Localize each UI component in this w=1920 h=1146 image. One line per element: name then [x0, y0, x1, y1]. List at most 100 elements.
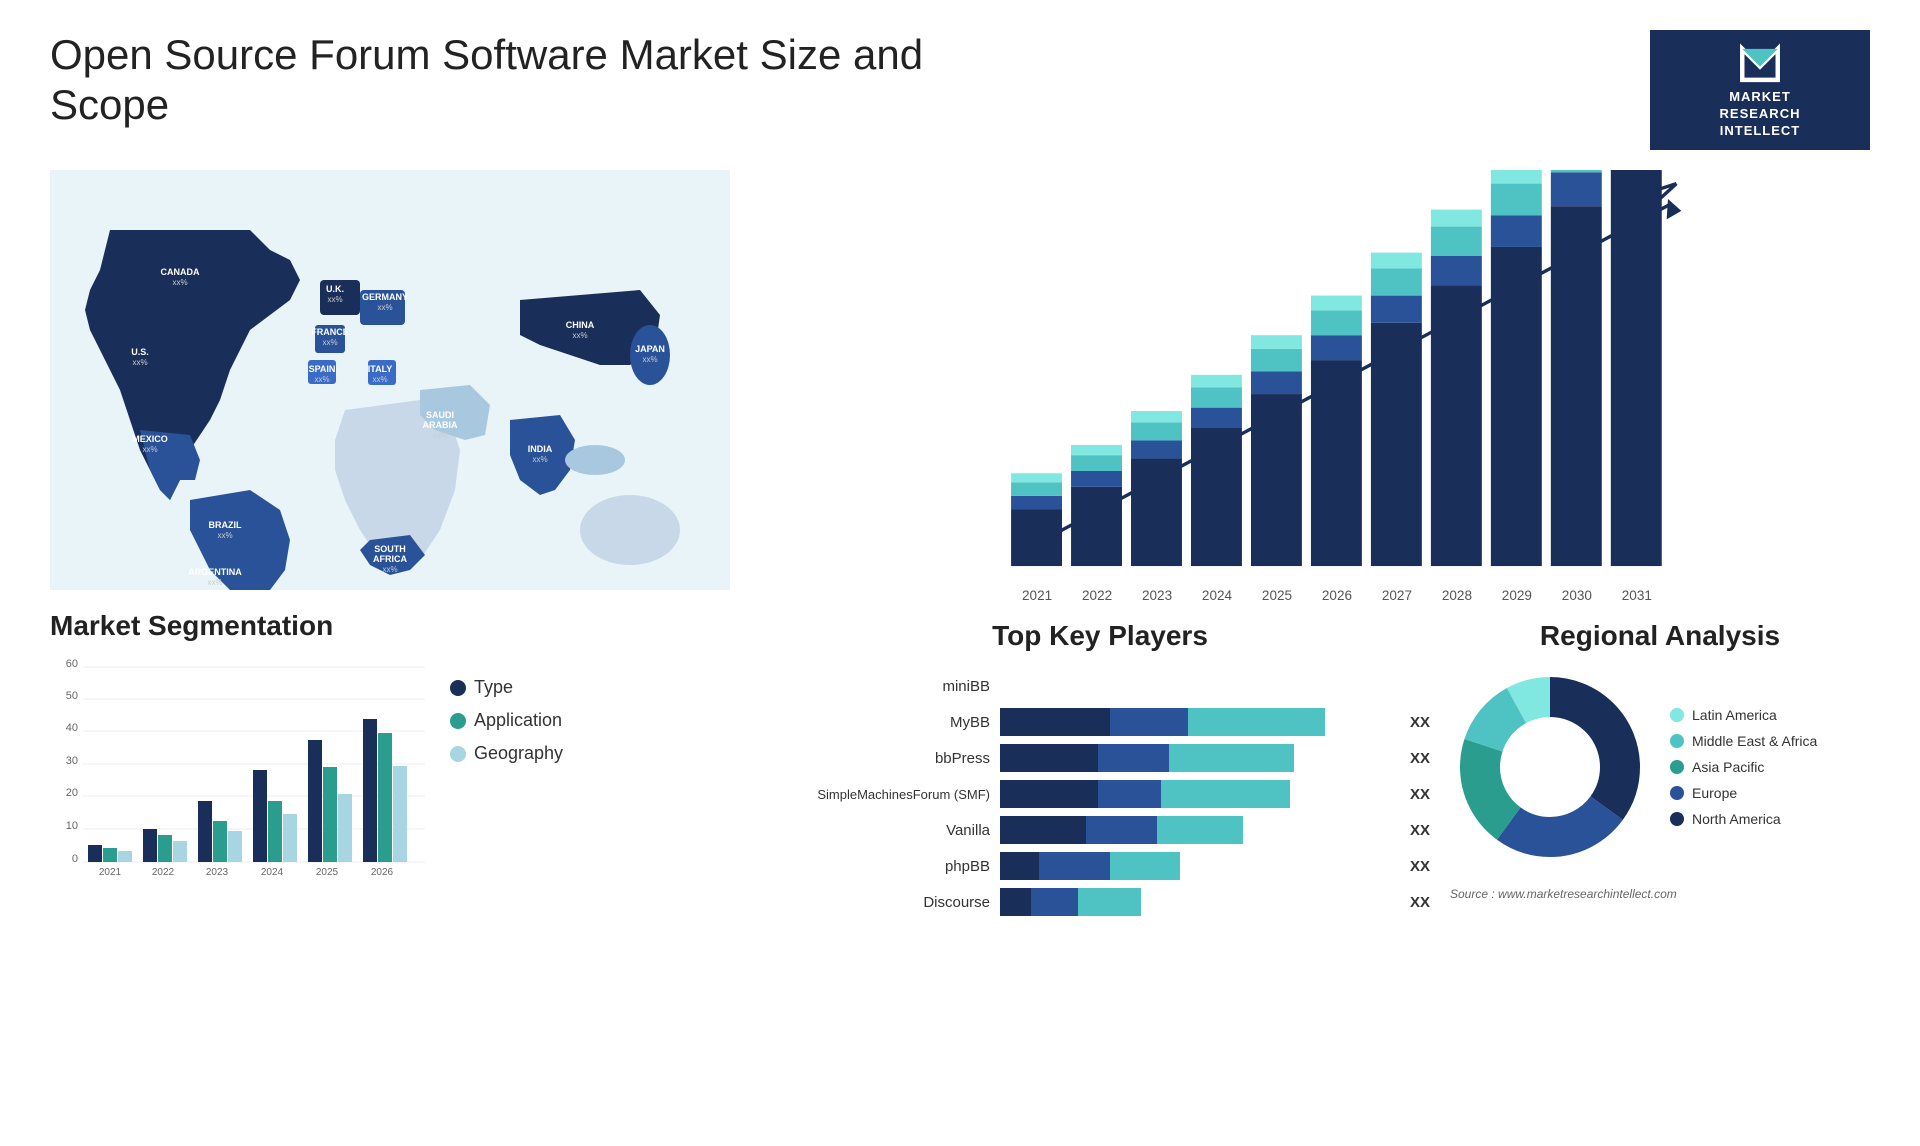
svg-text:xx%: xx%: [322, 338, 337, 347]
player-bar-seg3: [1110, 852, 1181, 880]
svg-text:U.S.: U.S.: [131, 347, 149, 357]
regional-dot-mea: [1670, 734, 1684, 748]
key-players-title: Top Key Players: [770, 620, 1430, 652]
svg-text:xx%: xx%: [532, 455, 547, 464]
growth-chart-svg: XX XX XX XX XX XX XX XX XX XX XX: [770, 170, 1870, 600]
player-bar-mybb: [1000, 708, 1392, 736]
regional-donut-chart: [1450, 667, 1650, 867]
legend-label-geography: Geography: [474, 743, 563, 764]
regional-title: Regional Analysis: [1450, 620, 1870, 652]
player-name-mybb: MyBB: [770, 714, 990, 731]
svg-text:ARABIA: ARABIA: [423, 420, 458, 430]
player-xx-discourse: XX: [1410, 894, 1430, 911]
svg-text:xx%: xx%: [207, 578, 222, 587]
svg-text:2026: 2026: [1322, 588, 1352, 600]
svg-text:2023: 2023: [1142, 588, 1172, 600]
player-bar-seg3: [1161, 780, 1290, 808]
svg-text:xx%: xx%: [314, 375, 329, 384]
player-bar-seg2: [1098, 744, 1169, 772]
svg-text:U.K.: U.K.: [326, 284, 344, 294]
segmentation-section: Market Segmentation 0 10 20 30 40 50 60: [50, 610, 750, 1096]
svg-text:JAPAN: JAPAN: [635, 344, 665, 354]
regional-legend-europe: Europe: [1670, 785, 1817, 801]
svg-text:xx%: xx%: [217, 531, 232, 540]
svg-text:2030: 2030: [1562, 588, 1593, 600]
player-bar-seg2: [1110, 708, 1188, 736]
player-row-smf: SimpleMachinesForum (SMF) XX: [770, 780, 1430, 808]
player-row-discourse: Discourse XX: [770, 888, 1430, 916]
svg-text:2022: 2022: [152, 867, 175, 877]
svg-text:SPAIN: SPAIN: [309, 364, 336, 374]
player-xx-phpbb: XX: [1410, 858, 1430, 875]
regional-label-latin: Latin America: [1692, 707, 1777, 723]
segmentation-chart: 0 10 20 30 40 50 60: [50, 657, 430, 877]
regional-label-mea: Middle East & Africa: [1692, 733, 1817, 749]
svg-text:2027: 2027: [1382, 588, 1412, 600]
player-xx-bbpress: XX: [1410, 750, 1430, 767]
regional-legend-latin: Latin America: [1670, 707, 1817, 723]
svg-text:2023: 2023: [206, 867, 229, 877]
svg-text:2029: 2029: [1502, 588, 1532, 600]
svg-text:SAUDI: SAUDI: [426, 410, 454, 420]
player-bar-bbpress: [1000, 744, 1392, 772]
regional-label-northam: North America: [1692, 811, 1781, 827]
regional-section: Regional Analysis: [1450, 610, 1870, 1096]
map-svg: CANADA xx% U.S. xx% MEXICO xx% BRAZIL xx…: [50, 170, 730, 590]
key-players-section: Top Key Players miniBB MyBB: [770, 610, 1430, 1096]
page-container: Open Source Forum Software Market Size a…: [0, 0, 1920, 1146]
regional-legend-asiapac: Asia Pacific: [1670, 759, 1817, 775]
svg-text:30: 30: [66, 755, 78, 767]
regional-dot-northam: [1670, 812, 1684, 826]
legend-dot-application: [450, 713, 466, 729]
legend-dot-type: [450, 680, 466, 696]
svg-text:60: 60: [66, 658, 78, 670]
player-row-mybb: MyBB XX: [770, 708, 1430, 736]
svg-text:40: 40: [66, 722, 78, 734]
svg-text:xx%: xx%: [327, 295, 342, 304]
source-text: Source : www.marketresearchintellect.com: [1450, 887, 1870, 901]
player-xx-mybb: XX: [1410, 714, 1430, 731]
svg-text:GERMANY: GERMANY: [362, 292, 408, 302]
svg-text:FRANCE: FRANCE: [311, 327, 349, 337]
svg-text:CANADA: CANADA: [161, 267, 200, 277]
svg-text:10: 10: [66, 820, 78, 832]
player-name-vanilla: Vanilla: [770, 822, 990, 839]
player-xx-smf: XX: [1410, 786, 1430, 803]
player-bar-seg3: [1169, 744, 1294, 772]
player-bar-minibb: [1000, 672, 1430, 700]
svg-text:xx%: xx%: [132, 358, 147, 367]
svg-text:AFRICA: AFRICA: [373, 554, 407, 564]
player-name-discourse: Discourse: [770, 894, 990, 911]
player-bar-seg2: [1031, 888, 1078, 916]
player-name-bbpress: bbPress: [770, 750, 990, 767]
player-bar-seg1: [1000, 744, 1098, 772]
regional-legend-northam: North America: [1670, 811, 1817, 827]
regional-content: Latin America Middle East & Africa Asia …: [1450, 667, 1870, 867]
segmentation-title: Market Segmentation: [50, 610, 750, 642]
regional-legend: Latin America Middle East & Africa Asia …: [1670, 707, 1817, 827]
regional-label-europe: Europe: [1692, 785, 1737, 801]
svg-text:xx%: xx%: [382, 565, 397, 574]
svg-text:2028: 2028: [1442, 588, 1472, 600]
player-row-phpbb: phpBB XX: [770, 852, 1430, 880]
svg-text:xx%: xx%: [372, 375, 387, 384]
player-bar-seg1: [1000, 780, 1098, 808]
player-name-smf: SimpleMachinesForum (SMF): [770, 787, 990, 802]
growth-chart-section: XX XX XX XX XX XX XX XX XX XX XX: [770, 170, 1870, 600]
logo: MARKETRESEARCHINTELLECT: [1650, 30, 1870, 150]
player-name-phpbb: phpBB: [770, 858, 990, 875]
player-bar-seg3: [1078, 888, 1141, 916]
player-bar-seg2: [1039, 852, 1110, 880]
legend-application: Application: [450, 710, 563, 731]
world-map: CANADA xx% U.S. xx% MEXICO xx% BRAZIL xx…: [50, 170, 750, 600]
svg-text:ARGENTINA: ARGENTINA: [188, 567, 242, 577]
player-bar-seg1: [1000, 852, 1039, 880]
svg-text:50: 50: [66, 690, 78, 702]
header: Open Source Forum Software Market Size a…: [50, 30, 1870, 150]
svg-text:2022: 2022: [1082, 588, 1112, 600]
legend-geography: Geography: [450, 743, 563, 764]
legend-dot-geography: [450, 746, 466, 762]
player-bar-discourse: [1000, 888, 1392, 916]
player-row-bbpress: bbPress XX: [770, 744, 1430, 772]
svg-text:2026: 2026: [371, 867, 394, 877]
